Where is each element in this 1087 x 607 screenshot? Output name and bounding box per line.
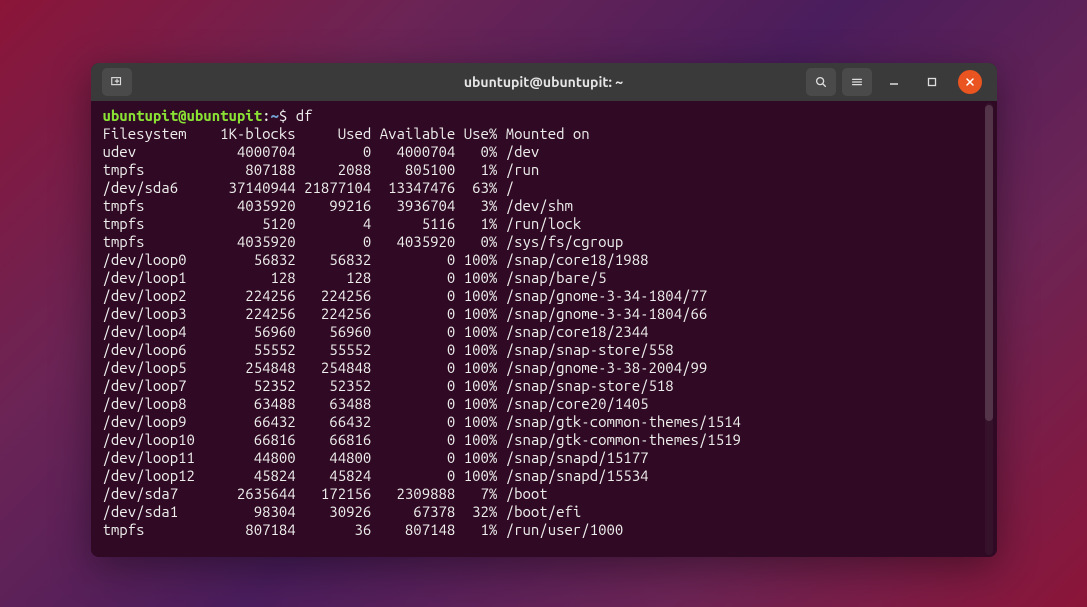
new-tab-icon: [110, 75, 124, 89]
table-row: /dev/loop11 44800 44800 0 100% /snap/sna…: [103, 449, 997, 467]
prompt-path: ~: [271, 107, 279, 124]
titlebar-right: [803, 68, 989, 96]
close-button[interactable]: [958, 70, 982, 94]
minimize-icon: [889, 77, 899, 87]
table-row: /dev/loop1 128 128 0 100% /snap/bare/5: [103, 269, 997, 287]
new-tab-button[interactable]: [102, 68, 132, 96]
terminal-window: ubuntupit@ubuntupit: ~ ubuntupit@ubuntup…: [91, 63, 997, 557]
df-data-rows: udev 4000704 0 4000704 0% /devtmpfs 8071…: [103, 143, 997, 539]
table-row: /dev/loop8 63488 63488 0 100% /snap/core…: [103, 395, 997, 413]
prompt-user-host: ubuntupit@ubuntupit: [103, 107, 263, 124]
maximize-icon: [927, 77, 937, 87]
table-row: /dev/loop0 56832 56832 0 100% /snap/core…: [103, 251, 997, 269]
table-row: tmpfs 4035920 0 4035920 0% /sys/fs/cgrou…: [103, 233, 997, 251]
table-row: /dev/sda7 2635644 172156 2309888 7% /boo…: [103, 485, 997, 503]
table-row: tmpfs 4035920 99216 3936704 3% /dev/shm: [103, 197, 997, 215]
table-row: /dev/loop7 52352 52352 0 100% /snap/snap…: [103, 377, 997, 395]
scrollbar[interactable]: [985, 103, 993, 555]
table-row: /dev/loop10 66816 66816 0 100% /snap/gtk…: [103, 431, 997, 449]
table-row: /dev/sda6 37140944 21877104 13347476 63%…: [103, 179, 997, 197]
hamburger-icon: [850, 75, 864, 89]
table-row: /dev/loop3 224256 224256 0 100% /snap/gn…: [103, 305, 997, 323]
table-row: /dev/loop9 66432 66432 0 100% /snap/gtk-…: [103, 413, 997, 431]
titlebar[interactable]: ubuntupit@ubuntupit: ~: [91, 63, 997, 101]
table-row: /dev/loop12 45824 45824 0 100% /snap/sna…: [103, 467, 997, 485]
table-row: /dev/loop6 55552 55552 0 100% /snap/snap…: [103, 341, 997, 359]
table-row: /dev/loop5 254848 254848 0 100% /snap/gn…: [103, 359, 997, 377]
table-row: tmpfs 5120 4 5116 1% /run/lock: [103, 215, 997, 233]
close-icon: [965, 77, 975, 87]
maximize-button[interactable]: [920, 70, 944, 94]
search-button[interactable]: [806, 68, 836, 96]
scrollbar-thumb[interactable]: [985, 105, 993, 421]
table-row: tmpfs 807188 2088 805100 1% /run: [103, 161, 997, 179]
prompt-command: df: [296, 107, 313, 124]
menu-button[interactable]: [842, 68, 872, 96]
search-icon: [814, 75, 828, 89]
table-row: /dev/loop4 56960 56960 0 100% /snap/core…: [103, 323, 997, 341]
table-row: /dev/sda1 98304 30926 67378 32% /boot/ef…: [103, 503, 997, 521]
prompt-dollar: $: [279, 107, 296, 124]
minimize-button[interactable]: [882, 70, 906, 94]
terminal-body[interactable]: ubuntupit@ubuntupit:~$ df Filesystem 1K-…: [91, 101, 997, 557]
window-title: ubuntupit@ubuntupit: ~: [464, 74, 623, 90]
table-row: tmpfs 807184 36 807148 1% /run/user/1000: [103, 521, 997, 539]
df-header-row: Filesystem 1K-blocks Used Available Use%…: [103, 125, 997, 143]
table-row: /dev/loop2 224256 224256 0 100% /snap/gn…: [103, 287, 997, 305]
prompt-line: ubuntupit@ubuntupit:~$ df: [103, 107, 997, 125]
prompt-colon: :: [262, 107, 270, 124]
table-row: udev 4000704 0 4000704 0% /dev: [103, 143, 997, 161]
